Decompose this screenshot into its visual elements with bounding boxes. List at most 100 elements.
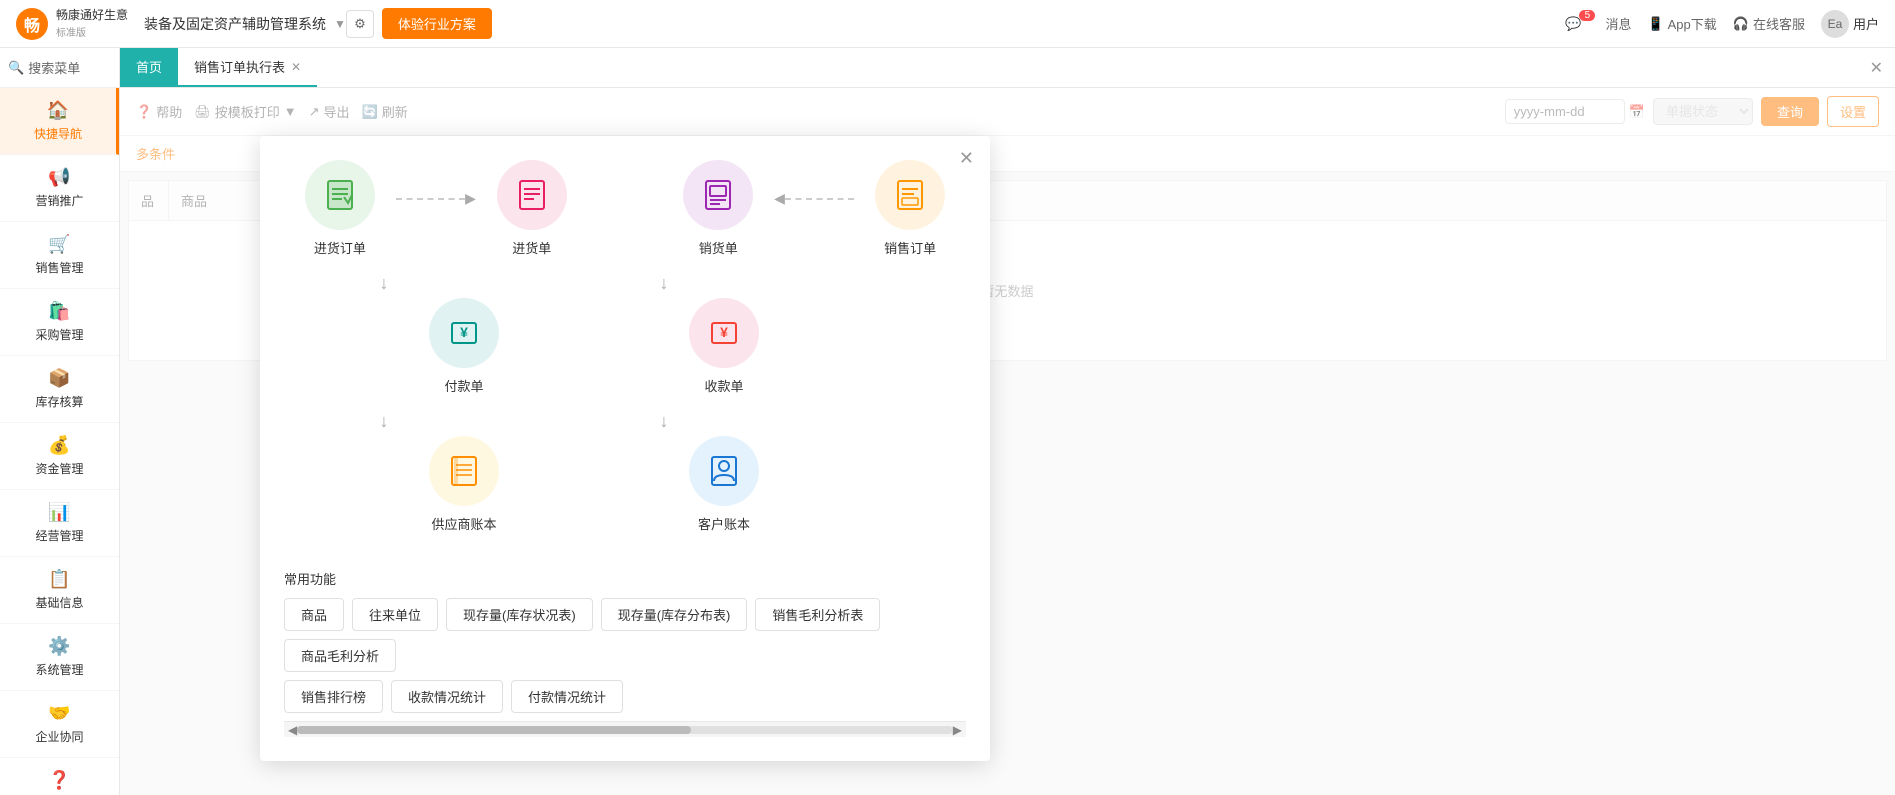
- tab-home-label: 首页: [136, 57, 162, 76]
- avatar: Ea: [1821, 10, 1849, 38]
- tab-close-icon[interactable]: ✕: [291, 60, 301, 74]
- logo-icon: 畅: [16, 8, 48, 40]
- tab-sales-order-label: 销售订单执行表: [194, 57, 285, 76]
- dashed-line-1: [396, 198, 465, 200]
- sidebar-label-inventory: 库存核算: [35, 393, 83, 410]
- svg-text:¥: ¥: [720, 324, 728, 340]
- marketing-icon: 📢: [48, 167, 70, 188]
- flow-node-purchase-order[interactable]: 进货订单: [284, 160, 396, 257]
- sidebar-item-finance[interactable]: 💰 资金管理: [0, 423, 119, 490]
- flow-row-3: 供应商账本: [284, 436, 966, 533]
- sales-order-icon: [875, 160, 945, 230]
- operations-icon: 📊: [48, 502, 70, 523]
- sidebar-item-newbie[interactable]: ❓ 新手引导: [0, 758, 119, 795]
- scroll-right-arrow[interactable]: ▶: [953, 723, 962, 737]
- message-badge: 5: [1579, 10, 1595, 21]
- sidebar-label-basic-info: 基础信息: [35, 594, 83, 611]
- main-layout: 🔍 搜索菜单 🏠 快捷导航 📢 营销推广 🛒 销售管理 🛍️ 采购管理 📦 库存…: [0, 48, 1895, 795]
- sidebar-label-enterprise: 企业协同: [35, 728, 83, 745]
- func-btn-stock-status[interactable]: 现存量(库存状况表): [446, 598, 593, 631]
- quick-nav-modal: ✕: [260, 136, 990, 761]
- func-row-2: 销售排行榜 收款情况统计 付款情况统计: [284, 680, 966, 713]
- down-arrow-payment: ↓: [284, 411, 484, 432]
- flow-node-supplier-ledger[interactable]: 供应商账本: [404, 436, 524, 533]
- headset-icon: 🎧: [1733, 16, 1749, 32]
- search-icon: 🔍: [8, 60, 24, 76]
- logo-text-block: 畅康通好生意 标准版: [56, 8, 128, 39]
- purchase-order-icon: [305, 160, 375, 230]
- func-btn-sales-ranking[interactable]: 销售排行榜: [284, 680, 383, 713]
- sidebar-item-system[interactable]: ⚙️ 系统管理: [0, 624, 119, 691]
- sidebar-item-operations[interactable]: 📊 经营管理: [0, 490, 119, 557]
- flow-node-receipt-bill[interactable]: ¥ 收款单: [664, 298, 784, 395]
- sidebar-item-sales[interactable]: 🛒 销售管理: [0, 222, 119, 289]
- enterprise-icon: 🤝: [48, 703, 70, 724]
- search-menu-item[interactable]: 🔍 搜索菜单: [0, 48, 119, 88]
- func-btn-stock-dist[interactable]: 现存量(库存分布表): [601, 598, 748, 631]
- header-right: 💬 5 消息 📱 App下载 🎧 在线客服 Ea 用户: [1565, 10, 1879, 38]
- tab-home[interactable]: 首页: [120, 48, 178, 87]
- supplier-ledger-icon: [429, 436, 499, 506]
- flow-node-payment-bill[interactable]: ¥ 付款单: [404, 298, 524, 395]
- scroll-left-arrow[interactable]: ◀: [288, 723, 297, 737]
- func-btn-counterparty[interactable]: 往来单位: [352, 598, 438, 631]
- sidebar-label-purchase: 采购管理: [35, 326, 83, 343]
- payment-bill-icon: ¥: [429, 298, 499, 368]
- supplier-ledger-label: 供应商账本: [431, 514, 496, 533]
- message-label: 消息: [1605, 14, 1631, 33]
- home-icon: 🏠: [47, 100, 69, 121]
- flow-diagram: 进货订单 ▶: [284, 160, 966, 549]
- sidebar-item-inventory[interactable]: 📦 库存核算: [0, 356, 119, 423]
- flow-row-2: ¥ 付款单 ¥: [284, 298, 966, 395]
- customer-ledger-icon: [689, 436, 759, 506]
- arrow-1: ▶: [396, 190, 476, 207]
- flow-node-customer-ledger[interactable]: 客户账本: [664, 436, 784, 533]
- tab-close-right[interactable]: ✕: [1858, 48, 1895, 87]
- dropdown-arrow-icon[interactable]: ▼: [334, 17, 346, 31]
- trial-button[interactable]: 体验行业方案: [382, 8, 492, 39]
- scroll-track[interactable]: [297, 726, 953, 734]
- sidebar-label-finance: 资金管理: [35, 460, 83, 477]
- sidebar-item-marketing[interactable]: 📢 营销推广: [0, 155, 119, 222]
- purchase-bill-icon: [497, 160, 567, 230]
- sidebar: 🔍 搜索菜单 🏠 快捷导航 📢 营销推广 🛒 销售管理 🛍️ 采购管理 📦 库存…: [0, 48, 120, 795]
- arrow-head-1: ▶: [465, 190, 476, 207]
- flow-node-sales-bill[interactable]: 销货单: [662, 160, 774, 257]
- sidebar-item-quick-nav[interactable]: 🏠 快捷导航: [0, 88, 119, 155]
- sidebar-item-purchase[interactable]: 🛍️ 采购管理: [0, 289, 119, 356]
- func-row-1: 商品 往来单位 现存量(库存状况表) 现存量(库存分布表) 销售毛利分析表 商品…: [284, 598, 966, 672]
- logo-area: 畅 畅康通好生意 标准版: [16, 8, 136, 40]
- sidebar-item-basic-info[interactable]: 📋 基础信息: [0, 557, 119, 624]
- message-item[interactable]: 💬 5 消息: [1565, 14, 1631, 33]
- sidebar-label-sales: 销售管理: [35, 259, 83, 276]
- logo-sub: 标准版: [56, 24, 128, 39]
- settings-button[interactable]: ⚙: [346, 10, 374, 38]
- user-item[interactable]: Ea 用户: [1821, 10, 1879, 38]
- customer-ledger-label: 客户账本: [698, 514, 750, 533]
- receipt-bill-label: 收款单: [704, 376, 743, 395]
- func-btn-receipt-stats[interactable]: 收款情况统计: [391, 680, 503, 713]
- func-btn-product[interactable]: 商品: [284, 598, 344, 631]
- down-arrows-row-2: ↓ ↓: [284, 411, 966, 432]
- user-label: 用户: [1853, 14, 1879, 33]
- online-service-item[interactable]: 🎧 在线客服: [1733, 14, 1805, 33]
- func-btn-product-margin[interactable]: 商品毛利分析: [284, 639, 396, 672]
- purchase-icon: 🛍️: [48, 301, 70, 322]
- func-btn-payment-stats[interactable]: 付款情况统计: [511, 680, 623, 713]
- receipt-bill-icon: ¥: [689, 298, 759, 368]
- sidebar-item-enterprise[interactable]: 🤝 企业协同: [0, 691, 119, 758]
- scroll-thumb: [297, 726, 690, 734]
- app-download-label: App下载: [1668, 14, 1717, 33]
- inventory-icon: 📦: [48, 368, 70, 389]
- down-arrow-receipt: ↓: [564, 411, 764, 432]
- sidebar-label-marketing: 营销推广: [35, 192, 83, 209]
- func-btn-sales-margin[interactable]: 销售毛利分析表: [755, 598, 880, 631]
- system-title-area: 装备及固定资产辅助管理系统 ▼: [144, 14, 346, 34]
- flow-node-purchase-bill[interactable]: 进货单: [476, 160, 588, 257]
- app-download-item[interactable]: 📱 App下载: [1647, 14, 1716, 33]
- flow-node-sales-order[interactable]: 销售订单: [854, 160, 966, 257]
- sales-bill-label: 销货单: [699, 238, 738, 257]
- tab-sales-order[interactable]: 销售订单执行表 ✕: [178, 48, 317, 87]
- modal-close-button[interactable]: ✕: [959, 148, 974, 169]
- common-funcs: 常用功能 商品 往来单位 现存量(库存状况表) 现存量(库存分布表) 销售毛利分…: [284, 569, 966, 713]
